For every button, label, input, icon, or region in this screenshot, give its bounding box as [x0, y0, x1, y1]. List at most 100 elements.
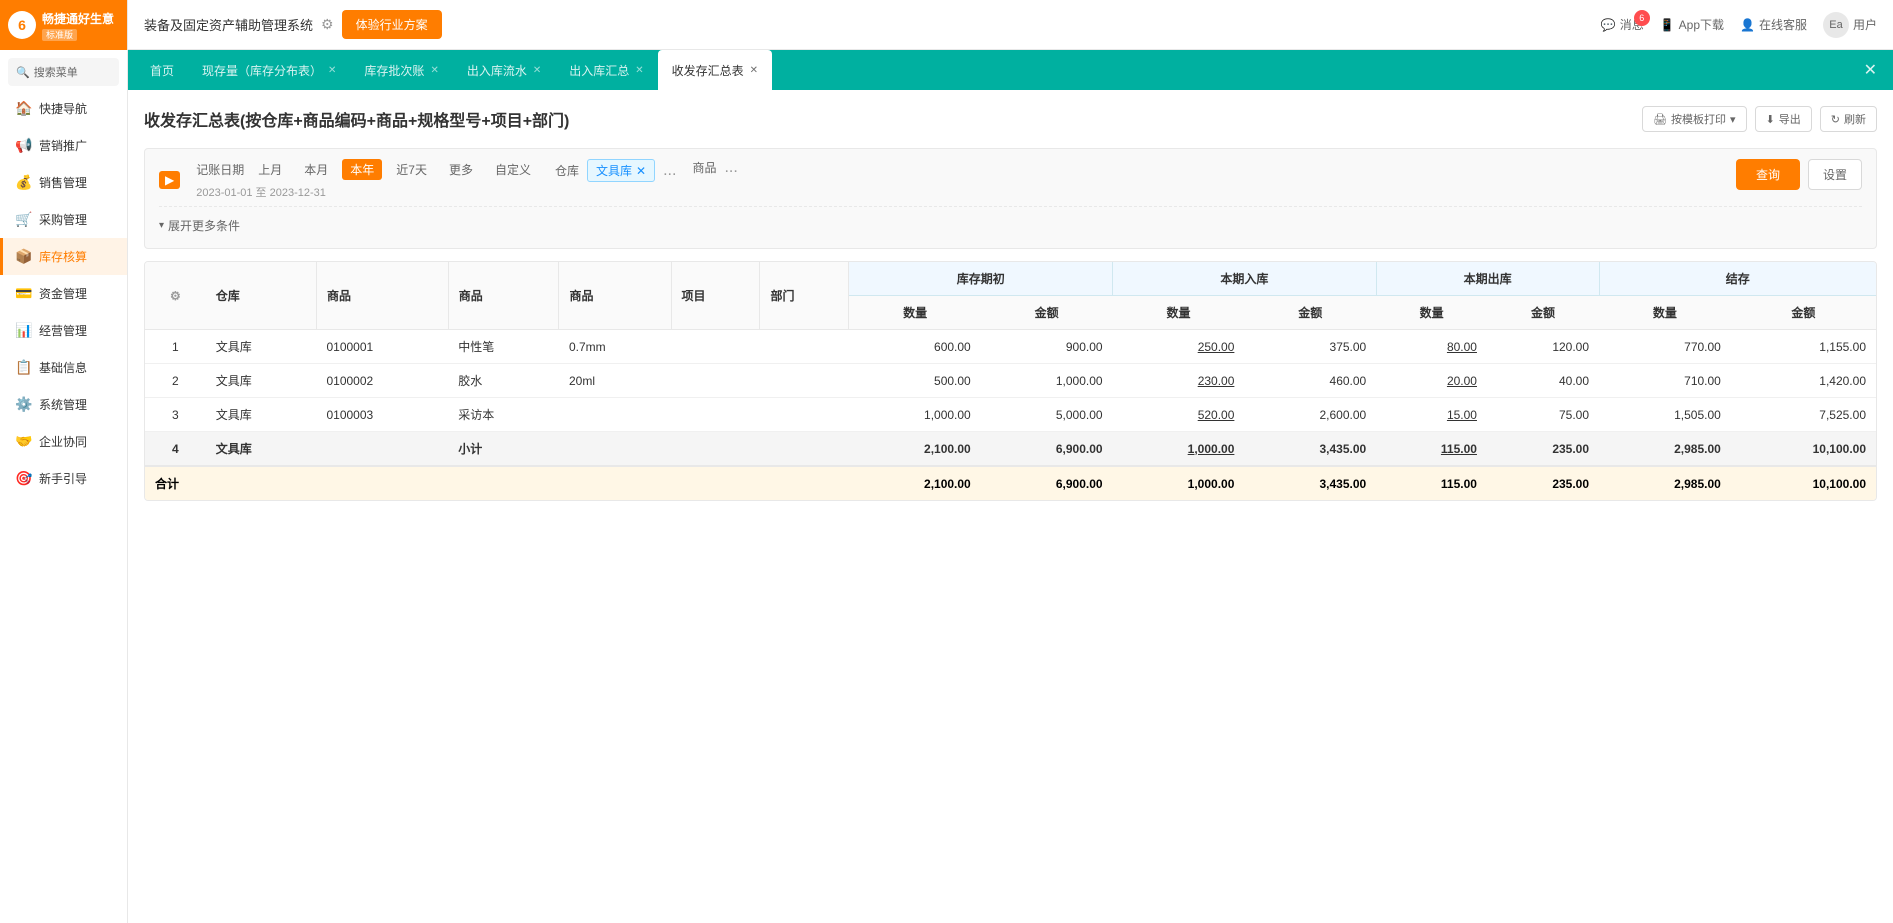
message-icon: 💬	[1601, 18, 1616, 32]
sidebar-item-inventory[interactable]: 📦 库存核算	[0, 238, 127, 275]
cell-warehouse: 文具库	[206, 398, 317, 432]
avatar: Ea	[1823, 12, 1849, 38]
cell-warehouse: 文具库	[206, 330, 317, 364]
cell-product-spec	[559, 398, 671, 432]
footer-label: 合计	[145, 466, 849, 500]
page-title-row: 收发存汇总表(按仓库+商品编码+商品+规格型号+项目+部门) 🖨 按模板打印 ▾…	[144, 106, 1877, 132]
collab-icon: 🤝	[15, 433, 31, 450]
search-menu-button[interactable]: 🔍 搜索菜单	[8, 58, 119, 86]
purchase-icon: 🛒	[15, 211, 31, 228]
export-button[interactable]: ⬇ 导出	[1755, 106, 1812, 132]
cell-out-amt: 75.00	[1487, 398, 1599, 432]
cell-out-qty[interactable]: 80.00	[1376, 330, 1487, 364]
th-closing-group: 结存	[1599, 262, 1876, 296]
expand-more-conditions[interactable]: ▾ 展开更多条件	[159, 213, 1862, 238]
gear-icon[interactable]: ⚙	[321, 16, 334, 33]
cell-in-qty[interactable]: 230.00	[1113, 364, 1245, 398]
product-more-button[interactable]: ...	[724, 160, 737, 176]
cell-in-qty[interactable]: 250.00	[1113, 330, 1245, 364]
cell-out-qty[interactable]: 115.00	[1376, 432, 1487, 467]
tab-close-icon[interactable]: ✕	[328, 65, 336, 76]
tab-in-out-flow[interactable]: 出入库流水 ✕	[453, 50, 555, 90]
date-last-month[interactable]: 上月	[250, 159, 290, 180]
user-menu[interactable]: Ea 用户	[1823, 12, 1877, 38]
date-this-year[interactable]: 本年	[342, 159, 382, 180]
th-closing-qty: 数量	[1599, 296, 1731, 330]
cell-product-name: 中性笔	[448, 330, 559, 364]
cell-product-spec: 20ml	[559, 364, 671, 398]
topbar: 装备及固定资产辅助管理系统 ⚙ 体验行业方案 💬 消息 6 📱 App下载 👤 …	[128, 0, 1893, 50]
th-opening-qty: 数量	[849, 296, 981, 330]
app-download-button[interactable]: 📱 App下载	[1660, 16, 1724, 33]
footer-opening-amt: 6,900.00	[981, 466, 1113, 500]
table-row: 4文具库小计2,100.006,900.001,000.003,435.0011…	[145, 432, 1876, 467]
cell-in-amt: 3,435.00	[1244, 432, 1376, 467]
cell-in-qty[interactable]: 1,000.00	[1113, 432, 1245, 467]
experience-button[interactable]: 体验行业方案	[342, 10, 442, 39]
th-in-qty: 数量	[1113, 296, 1245, 330]
th-out-amt: 金额	[1487, 296, 1599, 330]
phone-icon: 📱	[1660, 18, 1675, 32]
tab-home[interactable]: 首页	[136, 50, 188, 90]
cell-opening-amt: 6,900.00	[981, 432, 1113, 467]
tab-in-out-summary[interactable]: 出入库汇总 ✕	[555, 50, 657, 90]
cell-opening-amt: 5,000.00	[981, 398, 1113, 432]
sidebar-item-basic-info[interactable]: 📋 基础信息	[0, 349, 127, 386]
sidebar-item-business[interactable]: 📊 经营管理	[0, 312, 127, 349]
sidebar-item-purchase[interactable]: 🛒 采购管理	[0, 201, 127, 238]
cell-department	[760, 398, 849, 432]
online-service-button[interactable]: 👤 在线客服	[1740, 16, 1807, 33]
warehouse-more-button[interactable]: ...	[663, 163, 676, 179]
tabbar-close-all[interactable]: ✕	[1856, 60, 1885, 80]
date-this-month[interactable]: 本月	[296, 159, 336, 180]
date-custom[interactable]: 自定义	[487, 159, 539, 180]
date-more[interactable]: 更多	[441, 159, 481, 180]
footer-in-qty: 1,000.00	[1113, 466, 1245, 500]
filter-settings-button[interactable]: 设置	[1808, 159, 1862, 190]
sidebar-item-marketing[interactable]: 📢 营销推广	[0, 127, 127, 164]
th-product-spec: 商品	[559, 262, 671, 330]
sidebar-item-collab[interactable]: 🤝 企业协同	[0, 423, 127, 460]
cell-no: 4	[145, 432, 206, 467]
cell-closing-qty: 2,985.00	[1599, 432, 1731, 467]
tab-close-icon[interactable]: ✕	[635, 65, 643, 76]
print-button[interactable]: 🖨 按模板打印 ▾	[1642, 106, 1747, 132]
warehouse-tag-close[interactable]: ✕	[636, 164, 646, 178]
cell-closing-amt: 1,155.00	[1731, 330, 1876, 364]
expand-icon: ▾	[159, 220, 164, 231]
cell-no: 1	[145, 330, 206, 364]
sidebar-item-system[interactable]: ⚙️ 系统管理	[0, 386, 127, 423]
cell-out-qty[interactable]: 15.00	[1376, 398, 1487, 432]
cell-no: 3	[145, 398, 206, 432]
product-filter: 商品 ...	[692, 159, 737, 176]
topbar-left: 装备及固定资产辅助管理系统 ⚙ 体验行业方案	[144, 10, 442, 39]
sidebar-item-quick-nav[interactable]: 🏠 快捷导航	[0, 90, 127, 127]
warehouse-filter: 仓库 文具库 ✕ ...	[555, 159, 676, 182]
tab-inventory-distribution[interactable]: 现存量（库存分布表） ✕	[188, 50, 350, 90]
tab-close-icon[interactable]: ✕	[430, 65, 438, 76]
sidebar-item-guide[interactable]: 🎯 新手引导	[0, 460, 127, 497]
filter-toggle-icon[interactable]: ▶	[159, 171, 180, 189]
th-settings[interactable]: ⚙	[145, 262, 206, 330]
tab-close-icon[interactable]: ✕	[750, 65, 758, 76]
cell-closing-qty: 770.00	[1599, 330, 1731, 364]
date-7days[interactable]: 近7天	[388, 159, 435, 180]
search-icon: 🔍	[16, 66, 30, 79]
refresh-button[interactable]: ↻ 刷新	[1820, 106, 1877, 132]
tab-batch-account[interactable]: 库存批次账 ✕	[350, 50, 452, 90]
query-button[interactable]: 查询	[1736, 159, 1800, 190]
cell-out-qty[interactable]: 20.00	[1376, 364, 1487, 398]
message-button[interactable]: 💬 消息 6	[1601, 16, 1644, 33]
finance-icon: 💳	[15, 285, 31, 302]
refresh-icon: ↻	[1831, 113, 1840, 126]
cell-in-qty[interactable]: 520.00	[1113, 398, 1245, 432]
sidebar-item-sales[interactable]: 💰 销售管理	[0, 164, 127, 201]
filter-actions: 查询 设置	[1736, 159, 1862, 190]
marketing-icon: 📢	[15, 137, 31, 154]
cell-closing-qty: 710.00	[1599, 364, 1731, 398]
sidebar-search-area: 🔍 搜索菜单	[0, 50, 127, 90]
sidebar-item-finance[interactable]: 💳 资金管理	[0, 275, 127, 312]
tab-receipt-summary[interactable]: 收发存汇总表 ✕	[658, 50, 772, 90]
tab-close-icon[interactable]: ✕	[533, 65, 541, 76]
data-table: ⚙ 仓库 商品 商品 商品 项目 部门 库存期初 本期入库 本期出库 结存 数量	[145, 262, 1876, 500]
